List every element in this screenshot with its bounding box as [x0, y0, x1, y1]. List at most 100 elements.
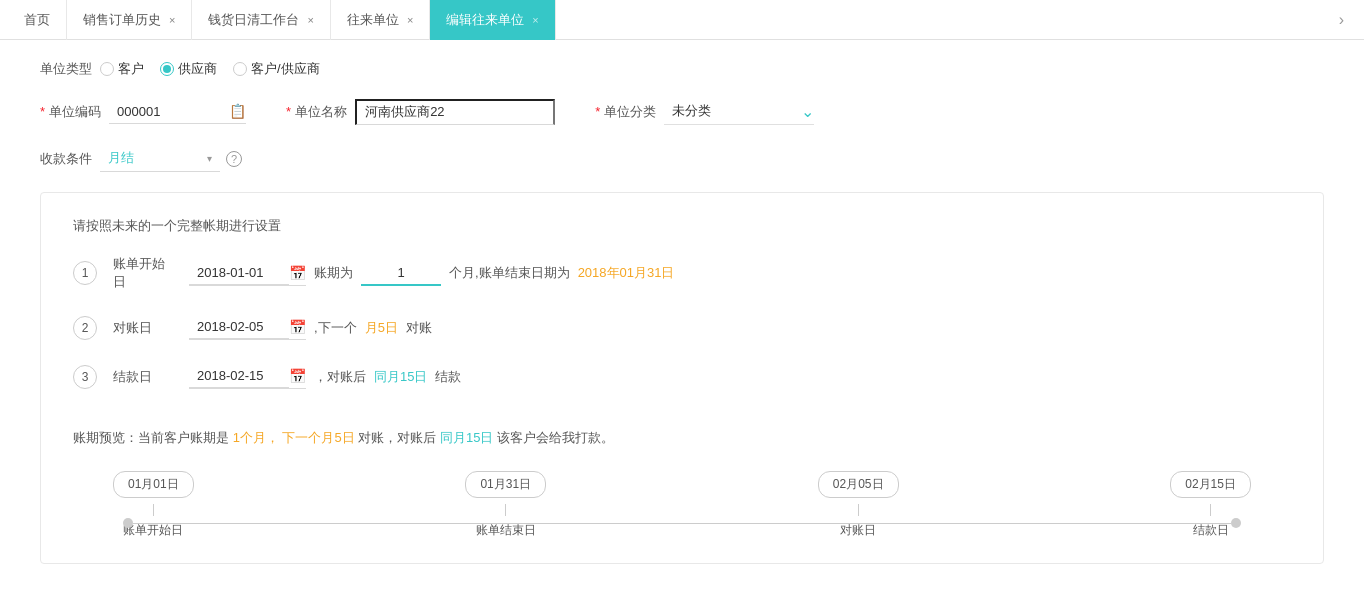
timeline-node-4: 02月15日 结款日 [1170, 471, 1251, 539]
preview-text: 账期预览：当前客户账期是 1个月， 下一个月5日 对账，对账后 同月15日 该客… [73, 429, 1291, 447]
period-row-2: 2 对账日 📅 ,下一个 月5日 对账 [73, 315, 1291, 340]
unit-code-input[interactable] [109, 100, 229, 123]
radio-both-circle [233, 62, 247, 76]
unit-type-row: 单位类型 客户 供应商 客户/供应商 [40, 60, 1324, 78]
reconcile-date-input-wrapper: 📅 [189, 315, 306, 340]
close-edit-partner[interactable]: × [532, 14, 538, 26]
tab-home[interactable]: 首页 [8, 0, 67, 40]
payment-date-input[interactable] [189, 364, 289, 388]
unit-code-required: * [40, 104, 45, 119]
unit-category-group: * 单位分类 未分类 ⌄ [595, 98, 814, 125]
reconcile-date-input[interactable] [189, 315, 289, 339]
payment-condition-select[interactable]: 月结 ▾ [100, 145, 220, 172]
unit-category-label: 单位分类 [604, 103, 656, 121]
timeline-node-1: 01月01日 账单开始日 [113, 471, 194, 539]
tab-sales-history[interactable]: 销售订单历史 × [67, 0, 192, 40]
help-icon[interactable]: ? [226, 151, 242, 167]
timeline-end-dot [1231, 518, 1241, 528]
timeline-bubble-2: 01月31日 [465, 471, 546, 498]
payment-condition-arrow-icon: ▾ [207, 153, 212, 164]
unit-name-input[interactable] [355, 99, 555, 125]
preview-section: 账期预览：当前客户账期是 1个月， 下一个月5日 对账，对账后 同月15日 该客… [73, 413, 1291, 539]
timeline-line [133, 523, 1231, 524]
preview-part2: 下一个月5日 [282, 430, 354, 445]
preview-part1: 1个月， [233, 430, 279, 445]
timeline-bubble-3: 02月05日 [818, 471, 899, 498]
radio-customer-label: 客户 [118, 60, 144, 78]
settings-title: 请按照未来的一个完整帐期进行设置 [73, 217, 1291, 235]
period-input-group-3: 📅 ，对账后 同月15日 结款 [189, 364, 461, 389]
unit-code-group: * 单位编码 📋 [40, 100, 246, 124]
timeline-bubble-4: 02月15日 [1170, 471, 1251, 498]
timeline-node-3: 02月05日 对账日 [818, 471, 899, 539]
payment-prefix: ，对账后 [314, 368, 366, 386]
timeline-start-dot [123, 518, 133, 528]
timeline-nodes: 01月01日 账单开始日 01月31日 账单结束日 02月05日 对账 [113, 471, 1251, 539]
tab-cash-work[interactable]: 钱货日清工作台 × [192, 0, 330, 40]
unit-category-required: * [595, 104, 600, 119]
period-label-1: 账单开始日 [113, 255, 173, 291]
start-date-input-wrapper: 📅 [189, 261, 306, 286]
radio-customer[interactable]: 客户 [100, 60, 144, 78]
payment-date-calendar-icon[interactable]: 📅 [289, 368, 306, 384]
timeline-node-2: 01月31日 账单结束日 [465, 471, 546, 539]
reconcile-prefix: ,下一个 [314, 319, 357, 337]
unit-code-input-wrapper: 📋 [109, 100, 246, 124]
payment-condition-label: 收款条件 [40, 150, 92, 168]
payment-date-input-wrapper: 📅 [189, 364, 306, 389]
radio-customer-circle [100, 62, 114, 76]
period-label-3: 结款日 [113, 368, 173, 386]
preview-label: 账期预览：当前客户账期是 [73, 430, 229, 445]
period-value-input[interactable] [361, 261, 441, 286]
timeline-connector-3 [858, 504, 859, 516]
unit-info-row: * 单位编码 📋 * 单位名称 * 单位分类 未分类 ⌄ [40, 98, 1324, 125]
radio-both-label: 客户/供应商 [251, 60, 320, 78]
unit-category-value: 未分类 [664, 98, 801, 124]
period-row-1: 1 账单开始日 📅 账期为 个月,账单结束日期为 2018年01月31日 [73, 255, 1291, 291]
payment-highlight: 同月15日 [374, 368, 427, 386]
period-num-1: 1 [73, 261, 97, 285]
unit-name-required: * [286, 104, 291, 119]
timeline-connector-4 [1210, 504, 1211, 516]
period-num-2: 2 [73, 316, 97, 340]
payment-condition-group: 收款条件 月结 ▾ ? [40, 145, 242, 172]
tab-bar: 首页 销售订单历史 × 钱货日清工作台 × 往来单位 × 编辑往来单位 × › [0, 0, 1364, 40]
tab-edit-partner[interactable]: 编辑往来单位 × [430, 0, 555, 40]
radio-supplier-circle [160, 62, 174, 76]
start-date-input[interactable] [189, 261, 289, 285]
preview-part3: 同月15日 [440, 430, 493, 445]
radio-supplier-label: 供应商 [178, 60, 217, 78]
radio-both[interactable]: 客户/供应商 [233, 60, 320, 78]
period-input-group-2: 📅 ,下一个 月5日 对账 [189, 315, 432, 340]
unit-code-picker-icon[interactable]: 📋 [229, 103, 246, 119]
period-input-group-1: 📅 账期为 个月,账单结束日期为 2018年01月31日 [189, 261, 674, 286]
tab-partner[interactable]: 往来单位 × [331, 0, 430, 40]
close-cash-work[interactable]: × [307, 14, 313, 26]
payment-condition-row: 收款条件 月结 ▾ ? [40, 145, 1324, 172]
timeline-bubble-1: 01月01日 [113, 471, 194, 498]
timeline-label-4: 结款日 [1193, 522, 1229, 539]
timeline-connector-2 [505, 504, 506, 516]
reconcile-date-calendar-icon[interactable]: 📅 [289, 319, 306, 335]
timeline-label-2: 账单结束日 [476, 522, 536, 539]
unit-name-label: 单位名称 [295, 103, 347, 121]
reconcile-highlight: 月5日 [365, 319, 398, 337]
unit-category-select[interactable]: 未分类 ⌄ [664, 98, 814, 125]
radio-supplier[interactable]: 供应商 [160, 60, 217, 78]
timeline-connector-1 [153, 504, 154, 516]
tab-more-button[interactable]: › [1327, 11, 1356, 29]
period-end-date-highlight: 2018年01月31日 [578, 264, 675, 282]
start-date-calendar-icon[interactable]: 📅 [289, 265, 306, 281]
close-sales-history[interactable]: × [169, 14, 175, 26]
period-suffix-after: 个月,账单结束日期为 [449, 264, 570, 282]
timeline-container: 01月01日 账单开始日 01月31日 账单结束日 02月05日 对账 [73, 471, 1291, 539]
preview-end: 该客户会给我打款。 [497, 430, 614, 445]
reconcile-suffix: 对账 [406, 319, 432, 337]
timeline-label-3: 对账日 [840, 522, 876, 539]
close-partner[interactable]: × [407, 14, 413, 26]
category-dropdown-icon: ⌄ [801, 102, 814, 121]
payment-suffix: 结款 [435, 368, 461, 386]
period-num-3: 3 [73, 365, 97, 389]
unit-type-radios: 客户 供应商 客户/供应商 [100, 60, 320, 78]
unit-type-group: 单位类型 客户 供应商 客户/供应商 [40, 60, 320, 78]
